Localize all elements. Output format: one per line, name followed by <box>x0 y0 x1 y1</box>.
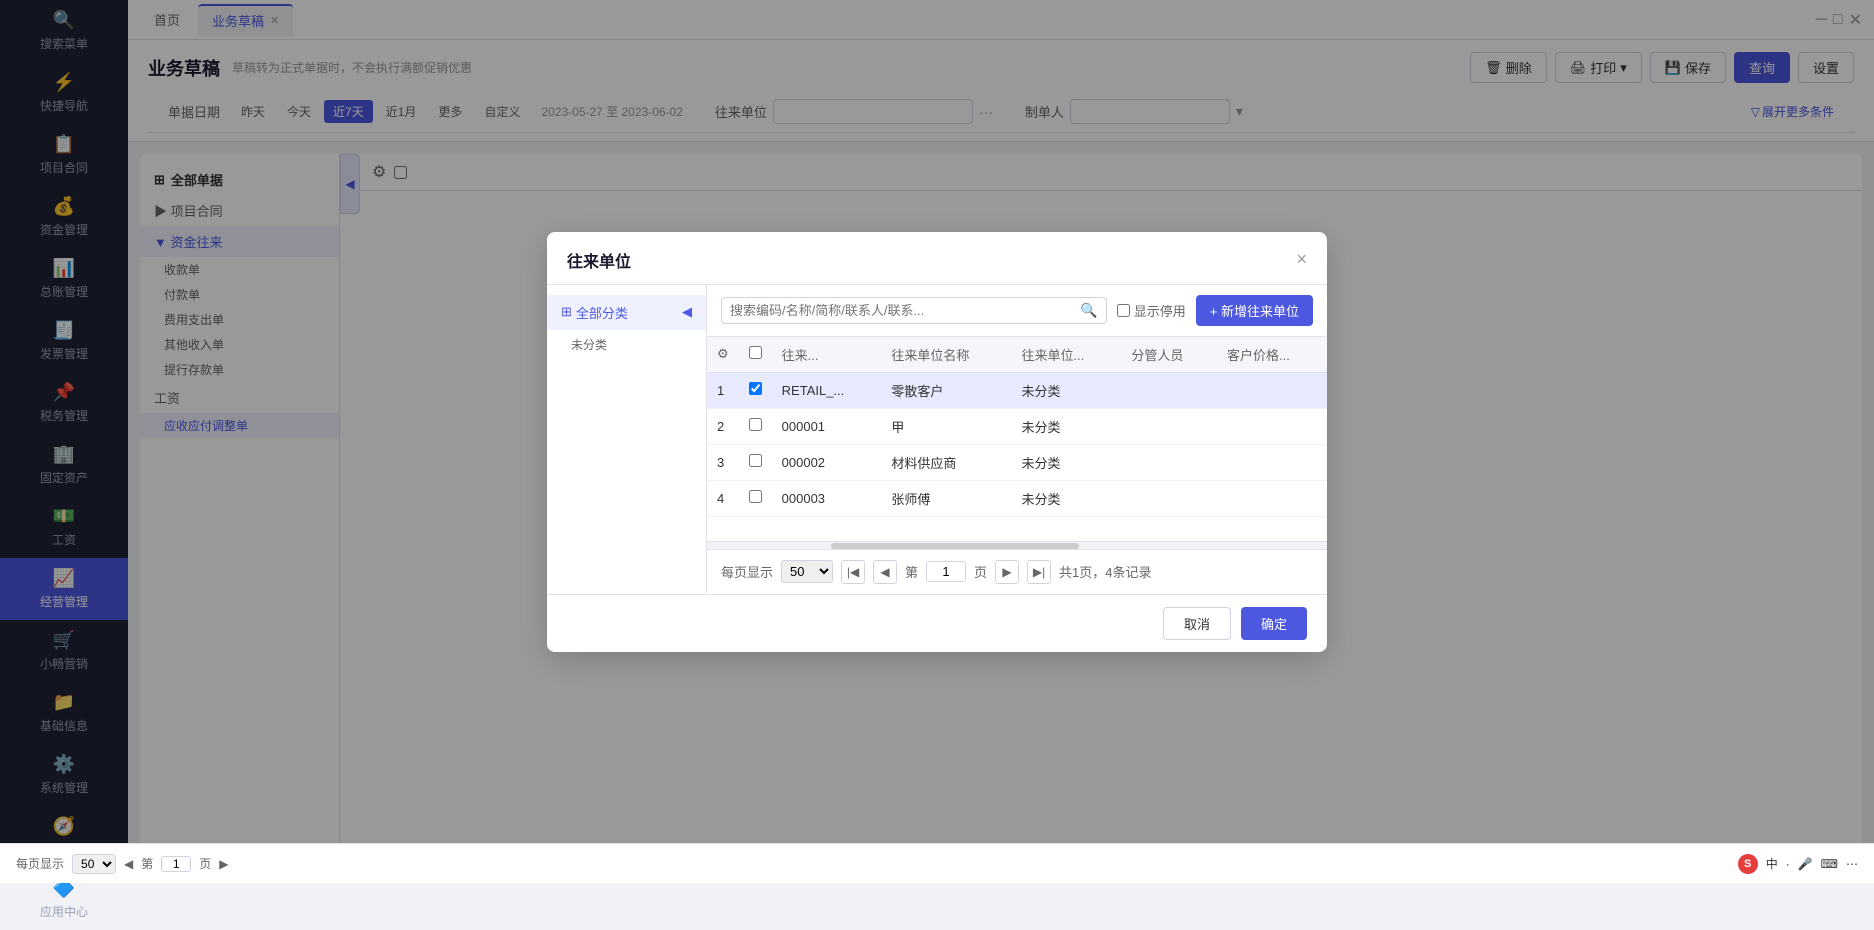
row-3-price <box>1217 444 1327 480</box>
row-4-name: 张师傅 <box>881 480 1011 516</box>
modal-header: 往来单位 × <box>547 232 1327 285</box>
col-checkbox <box>739 337 772 373</box>
modal-search-input[interactable] <box>730 303 1074 318</box>
modal-toolbar: 🔍 显示停用 + 新增往来单位 <box>707 285 1327 337</box>
row-3-no: 3 <box>707 444 739 480</box>
modal-title: 往来单位 <box>567 248 631 272</box>
row-4-code: 000003 <box>772 480 882 516</box>
row-1-no: 1 <box>707 372 739 408</box>
row-2-manager <box>1121 408 1217 444</box>
row-3-manager <box>1121 444 1217 480</box>
toggle-icon[interactable]: ◀ <box>682 304 692 320</box>
modal-main-content: 🔍 显示停用 + 新增往来单位 ⚙ <box>707 285 1327 594</box>
row-1-code: RETAIL_... <box>772 372 882 408</box>
taskbar-keyboard[interactable]: ⌨ <box>1821 857 1838 871</box>
prev-page-btn[interactable]: ◀ <box>873 560 897 584</box>
total-text: 共1页，4条记录 <box>1059 562 1151 581</box>
table-row[interactable]: 1 RETAIL_... 零散客户 未分类 <box>707 372 1327 408</box>
cancel-button[interactable]: 取消 <box>1163 607 1231 640</box>
col-name: 往来单位名称 <box>881 337 1011 373</box>
page-label: 第 <box>905 562 918 581</box>
show-inactive-checkbox[interactable] <box>1117 304 1130 317</box>
row-2-checkbox[interactable] <box>739 408 772 444</box>
bottom-page-input[interactable] <box>161 856 191 872</box>
col-price: 客户价格... <box>1217 337 1327 373</box>
row-2-code: 000001 <box>772 408 882 444</box>
row-4-no: 4 <box>707 480 739 516</box>
modal-select-all[interactable] <box>749 346 762 359</box>
modal-search-box[interactable]: 🔍 <box>721 297 1107 324</box>
sidebar-item-apps-label: 应用中心 <box>40 903 88 920</box>
row-1-price <box>1217 372 1327 408</box>
modal-table: ⚙ 往来... 往来单位名称 往来单位... 分管人员 客户价格... <box>707 337 1327 517</box>
confirm-button[interactable]: 确定 <box>1241 607 1307 640</box>
modal-body: ⊞ 全部分类 ◀ 未分类 🔍 显示停用 <box>547 285 1327 594</box>
row-4-category: 未分类 <box>1011 480 1121 516</box>
first-page-btn[interactable]: |◀ <box>841 560 865 584</box>
col-manager: 分管人员 <box>1121 337 1217 373</box>
gear-col-icon[interactable]: ⚙ <box>717 346 729 361</box>
row-3-category: 未分类 <box>1011 444 1121 480</box>
row-2-name: 甲 <box>881 408 1011 444</box>
show-inactive-label[interactable]: 显示停用 <box>1117 301 1186 320</box>
search-icon: 🔍 <box>1080 302 1097 319</box>
row-4-checkbox[interactable] <box>739 480 772 516</box>
row-3-checkbox[interactable] <box>739 444 772 480</box>
table-row[interactable]: 3 000002 材料供应商 未分类 <box>707 444 1327 480</box>
scrollbar-thumb <box>831 543 1079 549</box>
modal-pagination: 每页显示 50 20 100 |◀ ◀ 第 页 ▶ ▶| 共1页，4条记录 <box>707 549 1327 594</box>
row-1-category: 未分类 <box>1011 372 1121 408</box>
table-row[interactable]: 4 000003 张师傅 未分类 <box>707 480 1327 516</box>
row-1-name: 零散客户 <box>881 372 1011 408</box>
page-unit: 页 <box>974 562 987 581</box>
row-4-manager <box>1121 480 1217 516</box>
taskbar-dot: · <box>1786 857 1790 871</box>
grid-icon-small: ⊞ <box>561 304 572 320</box>
row-1-manager <box>1121 372 1217 408</box>
modal-footer: 取消 确定 <box>547 594 1327 652</box>
page-number-input[interactable] <box>926 561 966 582</box>
horizontal-scrollbar[interactable] <box>707 541 1327 549</box>
taskbar: 每页显示 50 ◀ 第 页 ▶ S 中 · 🎤 ⌨ ⋯ <box>0 843 1874 883</box>
col-settings: ⚙ <box>707 337 739 373</box>
taskbar-logo: S <box>1738 854 1758 874</box>
modal-categories: ⊞ 全部分类 ◀ 未分类 <box>547 285 707 594</box>
modal-overlay[interactable]: 往来单位 × ⊞ 全部分类 ◀ 未分类 <box>0 0 1874 883</box>
row-2-category: 未分类 <box>1011 408 1121 444</box>
row-2-no: 2 <box>707 408 739 444</box>
modal-cat-unclassified[interactable]: 未分类 <box>547 330 706 359</box>
modal-table-wrapper: ⚙ 往来... 往来单位名称 往来单位... 分管人员 客户价格... <box>707 337 1327 541</box>
bottom-per-page-select[interactable]: 50 <box>72 854 116 874</box>
row-4-price <box>1217 480 1327 516</box>
modal-cat-all[interactable]: ⊞ 全部分类 ◀ <box>547 295 706 330</box>
taskbar-right: S 中 · 🎤 ⌨ ⋯ <box>1738 854 1858 874</box>
taskbar-chinese: 中 <box>1766 855 1778 872</box>
row-1-checkbox[interactable] <box>739 372 772 408</box>
modal-close-btn[interactable]: × <box>1296 249 1307 270</box>
per-page-label: 每页显示 <box>721 562 773 581</box>
taskbar-pagination: 每页显示 50 ◀ 第 页 ▶ <box>16 854 229 874</box>
next-page-btn[interactable]: ▶ <box>995 560 1019 584</box>
last-page-btn[interactable]: ▶| <box>1027 560 1051 584</box>
table-row[interactable]: 2 000001 甲 未分类 <box>707 408 1327 444</box>
col-category: 往来单位... <box>1011 337 1121 373</box>
taskbar-mic[interactable]: 🎤 <box>1798 857 1813 871</box>
taskbar-more[interactable]: ⋯ <box>1846 857 1858 871</box>
per-page-select[interactable]: 50 20 100 <box>781 560 833 583</box>
modal-dialog: 往来单位 × ⊞ 全部分类 ◀ 未分类 <box>547 232 1327 652</box>
row-3-code: 000002 <box>772 444 882 480</box>
row-2-price <box>1217 408 1327 444</box>
col-code: 往来... <box>772 337 882 373</box>
row-3-name: 材料供应商 <box>881 444 1011 480</box>
add-counterpart-btn[interactable]: + 新增往来单位 <box>1196 295 1313 326</box>
